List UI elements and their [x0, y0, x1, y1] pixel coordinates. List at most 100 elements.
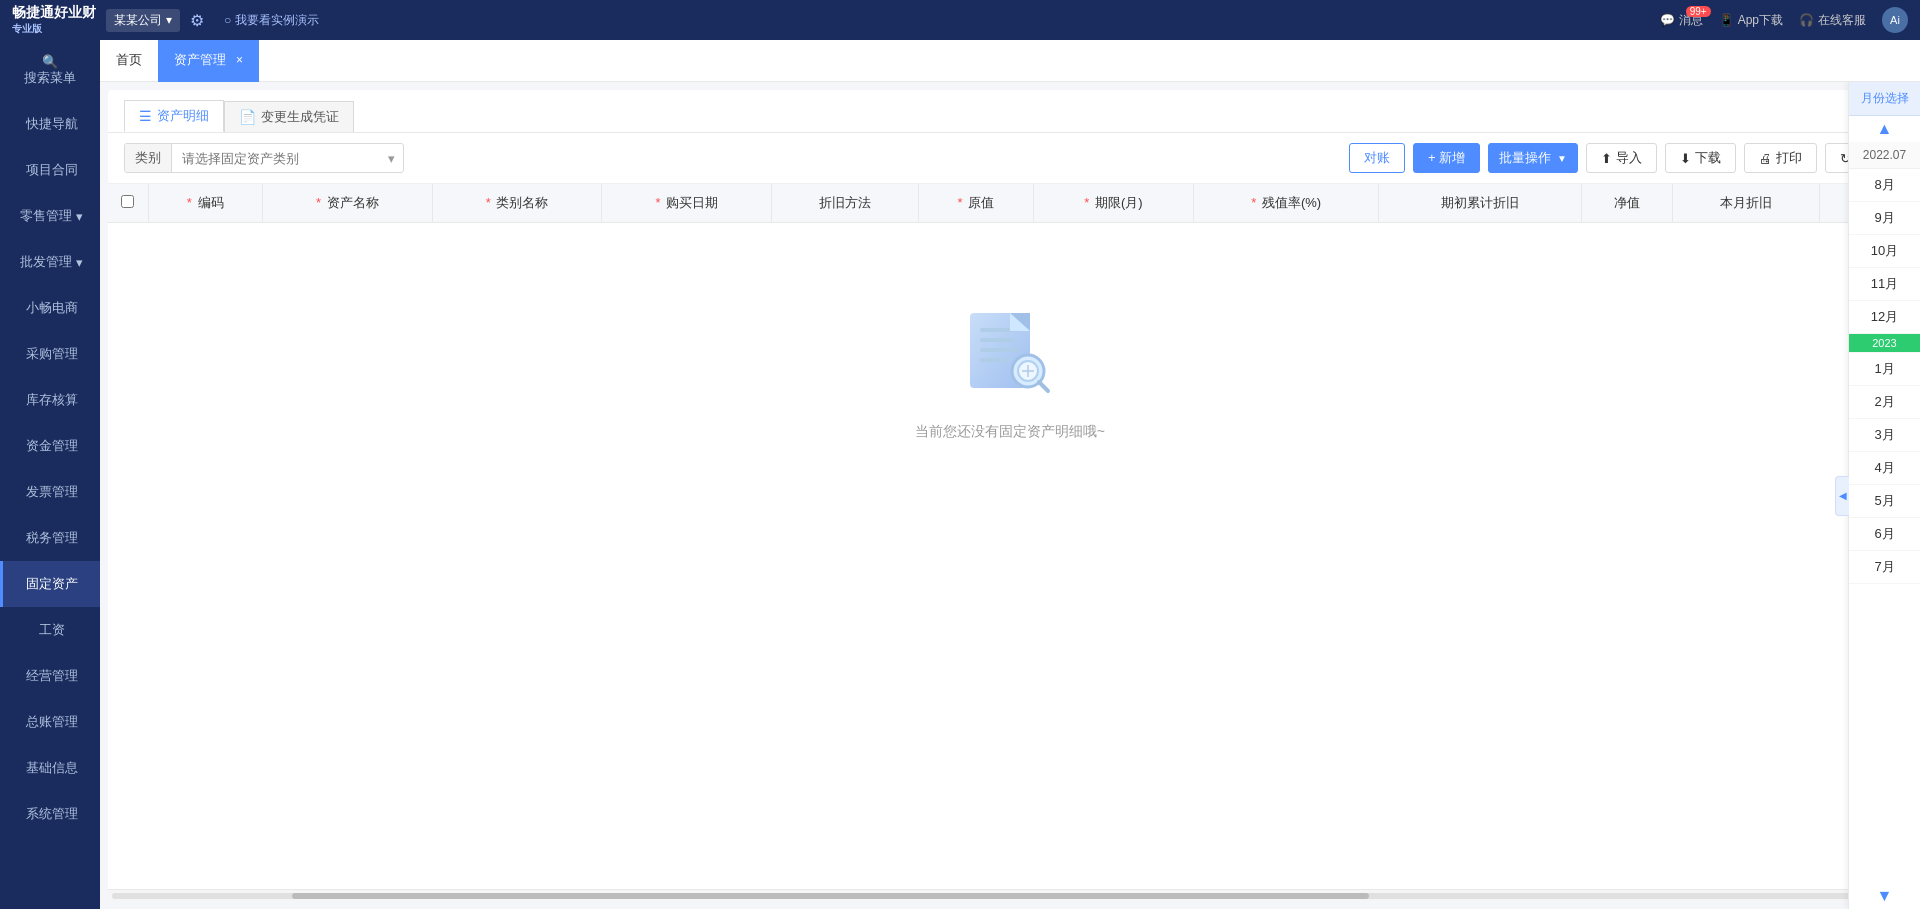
svg-line-11 [1039, 382, 1048, 391]
month-item-dec-2022[interactable]: 12月 [1849, 301, 1920, 334]
batch-button[interactable]: 批量操作 ▼ [1488, 143, 1578, 173]
page-content: ☰ 资产明细 📄 变更生成凭证 类别 ▾ [100, 82, 1920, 909]
app-name: 畅捷通好业财 [12, 4, 96, 20]
online-service-button[interactable]: 🎧 在线客服 [1799, 12, 1866, 29]
import-icon: ⬆ [1601, 151, 1612, 166]
subtab-change-voucher[interactable]: 📄 变更生成凭证 [224, 101, 354, 132]
th-original-value: * 原值 [919, 184, 1033, 223]
tab-asset-mgmt[interactable]: 资产管理 × [158, 40, 259, 82]
top-bar: 畅捷通好业财 专业版 某某公司 ▾ ⚙ ○ 我要看实例演示 💬 消息 99+ 📱… [0, 0, 1920, 40]
sidebar-item-wholesale[interactable]: 批发管理 ▾ [0, 239, 100, 285]
sidebar-item-assets[interactable]: 固定资产 [0, 561, 100, 607]
sidebar-item-inventory[interactable]: 库存核算 [0, 377, 100, 423]
month-item-mar-2023[interactable]: 3月 [1849, 419, 1920, 452]
tab-close-icon[interactable]: × [236, 53, 243, 67]
sidebar-item-system[interactable]: 系统管理 [0, 791, 100, 837]
sidebar-search[interactable]: 🔍 搜索菜单 [0, 40, 100, 101]
sidebar-item-tax[interactable]: 税务管理 [0, 515, 100, 561]
month-item-sep-2022[interactable]: 9月 [1849, 202, 1920, 235]
message-icon: 💬 [1660, 13, 1675, 27]
month-item-jan-2023[interactable]: 1月 [1849, 353, 1920, 386]
month-item-jul-2023[interactable]: 7月 [1849, 551, 1920, 584]
demo-button[interactable]: ○ 我要看实例演示 [224, 12, 319, 29]
sidebar-item-retail[interactable]: 零售管理 ▾ [0, 193, 100, 239]
sidebar-item-ledger[interactable]: 总账管理 [0, 699, 100, 745]
sidebar-item-operations[interactable]: 经营管理 [0, 653, 100, 699]
th-code: * 编码 [148, 184, 262, 223]
month-item-oct-2022[interactable]: 10月 [1849, 235, 1920, 268]
print-icon: 🖨 [1759, 151, 1772, 166]
main-layout: 🔍 搜索菜单 快捷导航 项目合同 零售管理 ▾ 批发管理 ▾ 小畅电商 采购管理… [0, 40, 1920, 909]
month-item-nov-2022[interactable]: 11月 [1849, 268, 1920, 301]
sidebar: 🔍 搜索菜单 快捷导航 项目合同 零售管理 ▾ 批发管理 ▾ 小畅电商 采购管理… [0, 40, 100, 909]
settings-icon[interactable]: ⚙ [190, 11, 204, 30]
app-download-label: App下载 [1738, 12, 1783, 29]
bottom-scrollbar[interactable] [108, 889, 1912, 901]
toolbar-left: 类别 ▾ [124, 143, 404, 173]
app-logo: 畅捷通好业财 专业版 [12, 4, 96, 36]
month-up-button[interactable]: ▲ [1849, 116, 1920, 142]
batch-arrow-icon: ▼ [1557, 153, 1567, 164]
list-icon: ☰ [139, 108, 152, 124]
demo-label: 我要看实例演示 [235, 12, 319, 29]
month-panel-header: 月份选择 [1849, 82, 1920, 116]
sidebar-item-quicknav[interactable]: 快捷导航 [0, 101, 100, 147]
sidebar-item-purchase[interactable]: 采购管理 [0, 331, 100, 377]
content-area: 首页 资产管理 × ☰ 资产明细 📄 变更生成凭证 [100, 40, 1920, 909]
month-scroll-area: 2022.07 8月 9月 10月 11月 12月 [1849, 142, 1920, 883]
chevron-down-icon: ▾ [166, 13, 172, 27]
sidebar-item-invoice[interactable]: 发票管理 [0, 469, 100, 515]
reconcile-button[interactable]: 对账 [1349, 143, 1405, 173]
scroll-thumb [292, 893, 1370, 899]
finance-label: 资金管理 [26, 438, 78, 453]
message-badge: 99+ [1686, 6, 1711, 17]
month-down-button[interactable]: ▼ [1849, 883, 1920, 909]
sidebar-item-project[interactable]: 项目合同 [0, 147, 100, 193]
select-all-checkbox[interactable] [121, 195, 134, 208]
purchase-label: 采购管理 [26, 346, 78, 361]
category-label: 类别 [125, 144, 172, 172]
month-panel-collapse-button[interactable]: ◀ [1835, 476, 1849, 516]
assets-table: * 编码 * 资产名称 * 类别名称 [108, 184, 1912, 521]
basicinfo-label: 基础信息 [26, 760, 78, 775]
subtab-asset-detail[interactable]: ☰ 资产明细 [124, 100, 224, 132]
svg-rect-3 [980, 348, 1018, 352]
add-label: + 新增 [1428, 149, 1465, 167]
sidebar-item-salary[interactable]: 工资 [0, 607, 100, 653]
main-panel: ☰ 资产明细 📄 变更生成凭证 类别 ▾ [108, 90, 1912, 901]
month-item-apr-2023[interactable]: 4月 [1849, 452, 1920, 485]
month-item-jun-2023[interactable]: 6月 [1849, 518, 1920, 551]
sidebar-item-basicinfo[interactable]: 基础信息 [0, 745, 100, 791]
company-selector[interactable]: 某某公司 ▾ [106, 9, 180, 32]
app-download-button[interactable]: 📱 App下载 [1719, 12, 1783, 29]
ecommerce-label: 小畅电商 [26, 300, 78, 315]
download-icon: ⬇ [1680, 151, 1691, 166]
avatar[interactable]: Ai [1882, 7, 1908, 33]
month-item-feb-2023[interactable]: 2月 [1849, 386, 1920, 419]
top-bar-right: 💬 消息 99+ 📱 App下载 🎧 在线客服 Ai [1660, 7, 1908, 33]
tab-bar: 首页 资产管理 × [100, 40, 1920, 82]
empty-text: 当前您还没有固定资产明细哦~ [915, 423, 1105, 441]
sidebar-item-finance[interactable]: 资金管理 [0, 423, 100, 469]
sidebar-item-ecommerce[interactable]: 小畅电商 [0, 285, 100, 331]
print-button[interactable]: 🖨 打印 [1744, 143, 1817, 173]
reconcile-label: 对账 [1364, 149, 1390, 167]
month-item-may-2023[interactable]: 5月 [1849, 485, 1920, 518]
operations-label: 经营管理 [26, 668, 78, 683]
search-icon: 🔍 [42, 54, 58, 69]
collapse-icon: ◀ [1839, 490, 1847, 501]
change-voucher-label: 变更生成凭证 [261, 108, 339, 126]
import-button[interactable]: ⬆ 导入 [1586, 143, 1657, 173]
th-residual-rate: * 残值率(%) [1194, 184, 1379, 223]
month-item-aug-2022[interactable]: 8月 [1849, 169, 1920, 202]
tab-asset-mgmt-label: 资产管理 [174, 51, 226, 69]
avatar-text: Ai [1890, 14, 1900, 26]
tab-home[interactable]: 首页 [100, 40, 158, 82]
add-button[interactable]: + 新增 [1413, 143, 1480, 173]
message-button[interactable]: 💬 消息 99+ [1660, 12, 1703, 29]
category-input[interactable] [172, 146, 380, 171]
download-button[interactable]: ⬇ 下载 [1665, 143, 1736, 173]
category-arrow-icon[interactable]: ▾ [380, 146, 403, 171]
headset-icon: 🎧 [1799, 13, 1814, 27]
year-label-2022: 2022.07 [1849, 142, 1920, 169]
